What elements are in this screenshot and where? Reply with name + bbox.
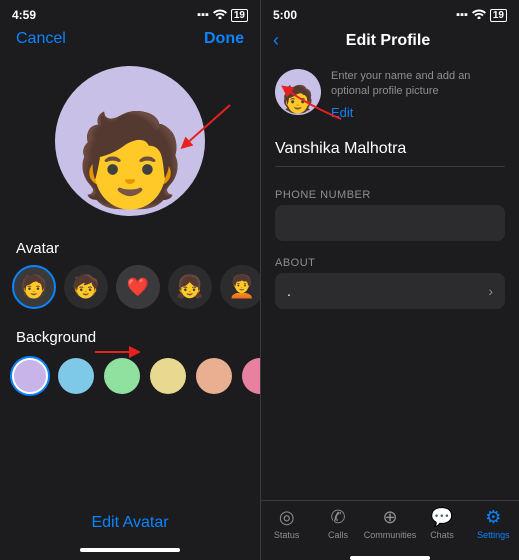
settings-tab-label: Settings [477,530,510,540]
home-indicator-left [80,548,180,552]
display-name[interactable]: Vanshika Malhotra [275,140,505,167]
avatar-emoji: 🧑 [74,116,186,206]
status-icons-left: ▪▪▪ 19 [197,8,248,22]
chats-tab-icon: 💬 [431,507,453,528]
about-value: . [287,283,291,299]
wifi-icon-right [472,8,486,22]
avatar-option-5[interactable]: 🧑‍🦱 [220,265,260,309]
battery-icon-left: 19 [231,9,248,22]
phone-label: PHONE NUMBER [261,183,519,205]
communities-tab-icon: ⊕ [382,507,397,528]
arrow-to-avatar [175,100,235,150]
profile-info: Enter your name and add an optional prof… [331,69,505,122]
avatar-option-3[interactable]: ❤️ [116,265,160,309]
wifi-icon-left [213,8,227,22]
avatar-options: 🧑 🧒 ❤️ 👧 🧑‍🦱 [0,265,260,325]
done-button[interactable]: Done [204,30,244,48]
page-title: Edit Profile [287,32,489,50]
time-left: 4:59 [12,8,36,22]
tab-settings[interactable]: ⚙ Settings [468,507,519,540]
left-panel: 4:59 ▪▪▪ 19 Cancel Done 🧑 [0,0,260,560]
back-button[interactable]: ‹ [273,30,279,51]
calls-tab-label: Calls [328,530,348,540]
tab-bar: ◎ Status ✆ Calls ⊕ Communities 💬 Chats ⚙… [261,500,519,552]
signal-icon-right: ▪▪▪ [456,9,468,21]
status-bar-right: 5:00 ▪▪▪ 19 [261,0,519,26]
avatar-option-4[interactable]: 👧 [168,265,212,309]
arrow-to-profile-avatar [276,84,346,124]
tab-calls[interactable]: ✆ Calls [312,507,363,540]
background-label: Background [0,325,260,354]
chevron-right-icon: › [488,283,493,299]
color-peach[interactable] [196,358,232,394]
background-section: Background [0,325,260,406]
right-panel: 5:00 ▪▪▪ 19 ‹ Edit Profile 🧑 Enter your … [260,0,519,560]
edit-avatar-button[interactable]: Edit Avatar [0,504,260,548]
top-bar-left: Cancel Done [0,26,260,56]
status-bar-left: 4:59 ▪▪▪ 19 [0,0,260,26]
profile-section: 🧑 Enter your name and add an optional pr… [261,59,519,132]
color-purple[interactable] [12,358,48,394]
status-icons-right: ▪▪▪ 19 [456,8,507,22]
settings-tab-icon: ⚙ [485,507,501,528]
color-yellow[interactable] [150,358,186,394]
chats-tab-label: Chats [430,530,454,540]
avatar-option-1[interactable]: 🧑 [12,265,56,309]
color-pink[interactable] [242,358,260,394]
tab-chats[interactable]: 💬 Chats [416,507,467,540]
calls-tab-icon: ✆ [331,507,346,528]
time-right: 5:00 [273,8,297,22]
avatar-preview-area: 🧑 [0,56,260,236]
tab-communities[interactable]: ⊕ Communities [364,507,417,540]
tab-status[interactable]: ◎ Status [261,507,312,540]
profile-hint: Enter your name and add an optional prof… [331,69,505,100]
status-tab-icon: ◎ [279,507,295,528]
arrow-to-bg [90,337,140,367]
phone-section: PHONE NUMBER [261,183,519,241]
status-tab-label: Status [274,530,300,540]
communities-tab-label: Communities [364,530,417,540]
color-blue[interactable] [58,358,94,394]
about-section: ABOUT . › [261,251,519,309]
signal-icon-left: ▪▪▪ [197,9,209,21]
name-input-area: Vanshika Malhotra [261,132,519,175]
avatar-section-label: Avatar [0,236,260,265]
about-field[interactable]: . › [275,273,505,309]
phone-field[interactable] [275,205,505,241]
cancel-button[interactable]: Cancel [16,30,66,48]
avatar-option-2[interactable]: 🧒 [64,265,108,309]
about-label: ABOUT [261,251,519,273]
battery-icon-right: 19 [490,9,507,22]
home-indicator-right [350,556,430,560]
nav-bar: ‹ Edit Profile [261,26,519,59]
